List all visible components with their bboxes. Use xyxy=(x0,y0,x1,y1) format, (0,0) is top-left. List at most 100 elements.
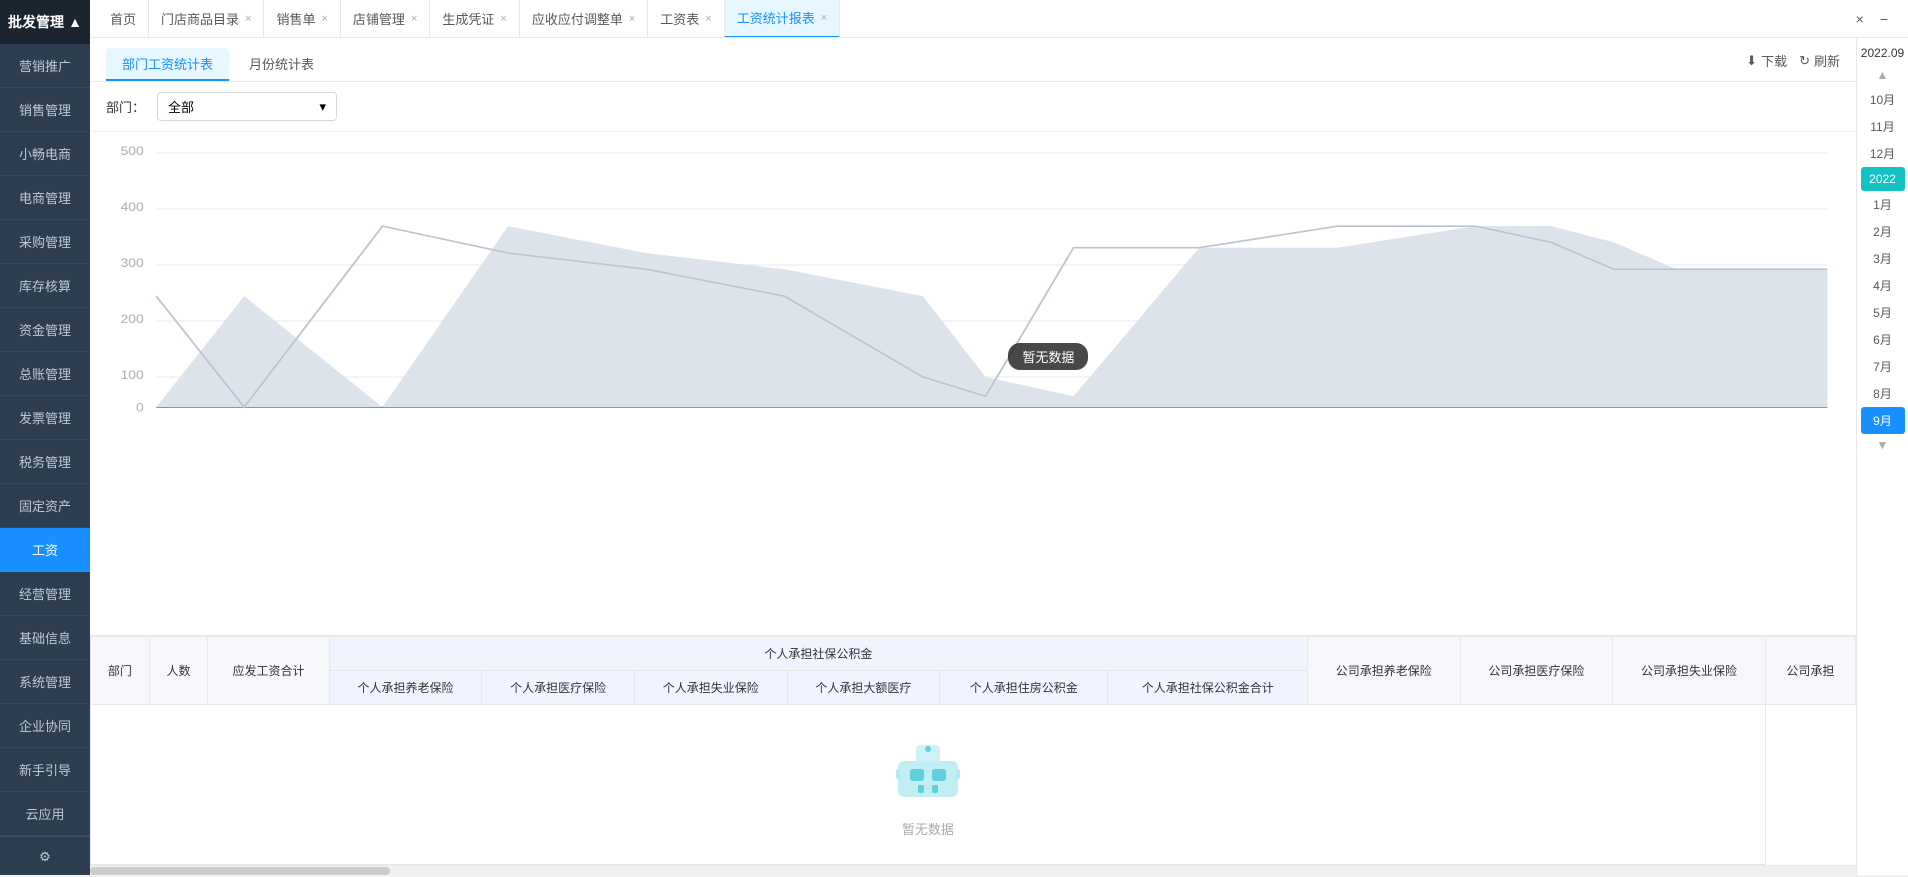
dept-filter-label: 部门： xyxy=(106,97,145,116)
sub-tabs-left: 部门工资统计表 月份统计表 xyxy=(106,48,330,81)
chart-svg: 500 400 300 200 100 0 xyxy=(106,140,1840,420)
tab-close-ar-adjustment[interactable]: × xyxy=(629,13,635,25)
date-item-4[interactable]: 4月 xyxy=(1861,272,1905,299)
sub-tab-dept[interactable]: 部门工资统计表 xyxy=(106,48,229,81)
sidebar-title: 批发管理 xyxy=(8,12,64,32)
col-company-unemployment: 公司承担失业保险 xyxy=(1613,637,1766,705)
refresh-button[interactable]: ↻ 刷新 xyxy=(1799,51,1840,70)
settings-button[interactable]: ⚙ xyxy=(0,836,90,877)
scroll-bar-area[interactable] xyxy=(90,865,1856,875)
sidebar-item-zjgl[interactable]: 资金管理 xyxy=(0,308,90,352)
sidebar-toggle-icon: ▲ xyxy=(68,14,82,30)
tab-close-payroll-report[interactable]: × xyxy=(821,12,827,24)
sub-tabs-right: ⬇ 下载 ↻ 刷新 xyxy=(1746,51,1840,78)
col-personal-bigmedical: 个人承担大额医疗 xyxy=(787,671,940,705)
svg-text:0: 0 xyxy=(136,400,144,414)
col-company-pension: 公司承担养老保险 xyxy=(1308,637,1461,705)
svg-text:500: 500 xyxy=(121,144,144,158)
date-panel: 2022.09 ▲ 10月 11月 12月 2022 1月 2月 3月 4月 5… xyxy=(1856,38,1908,875)
date-item-3[interactable]: 3月 xyxy=(1861,245,1905,272)
col-count: 人数 xyxy=(149,637,208,705)
sidebar-item-xtgl[interactable]: 系统管理 xyxy=(0,660,90,704)
tab-sales-order[interactable]: 销售单 × xyxy=(264,0,340,38)
scroll-thumb[interactable] xyxy=(90,867,390,875)
sidebar-item-cggl[interactable]: 采购管理 xyxy=(0,220,90,264)
sidebar-header[interactable]: 批发管理 ▲ xyxy=(0,0,90,44)
no-data-text: 暂无数据 xyxy=(902,819,954,838)
tab-payroll[interactable]: 工资表 × xyxy=(648,0,724,38)
sidebar-item-xced[interactable]: 小畅电商 xyxy=(0,132,90,176)
sub-tab-month[interactable]: 月份统计表 xyxy=(233,48,330,81)
date-nav-up[interactable]: ▲ xyxy=(1869,64,1897,86)
sidebar-item-fpgl[interactable]: 发票管理 xyxy=(0,396,90,440)
sidebar-item-qytx[interactable]: 企业协同 xyxy=(0,704,90,748)
col-total-salary: 应发工资合计 xyxy=(208,637,329,705)
tab-payroll-report[interactable]: 工资统计报表 × xyxy=(725,0,840,38)
sidebar: 批发管理 ▲ 营销推广 销售管理 小畅电商 电商管理 采购管理 库存核算 资金管… xyxy=(0,0,90,875)
tab-close-voucher[interactable]: × xyxy=(500,13,506,25)
date-item-8[interactable]: 8月 xyxy=(1861,380,1905,407)
sidebar-item-yyyg[interactable]: 云应用 xyxy=(0,792,90,836)
col-company-other: 公司承担 xyxy=(1765,637,1855,705)
sidebar-item-xsyd[interactable]: 新手引导 xyxy=(0,748,90,792)
filter-bar: 部门： 全部 ▾ xyxy=(90,82,1856,132)
tab-close-store-catalog[interactable]: × xyxy=(245,13,251,25)
col-personal-medical: 个人承担医疗保险 xyxy=(482,671,635,705)
tab-ar-adjustment[interactable]: 应收应付调整单 × xyxy=(520,0,648,38)
date-item-5[interactable]: 5月 xyxy=(1861,299,1905,326)
tab-close-sales-order[interactable]: × xyxy=(321,13,327,25)
sidebar-item-jygl[interactable]: 经营管理 xyxy=(0,572,90,616)
tab-bar-actions: × − xyxy=(1852,9,1900,29)
chart-area: 500 400 300 200 100 0 xyxy=(90,132,1856,635)
sub-tabs: 部门工资统计表 月份统计表 ⬇ 下载 ↻ 刷新 xyxy=(90,38,1856,82)
date-display[interactable]: 2022.09 xyxy=(1859,42,1906,64)
tab-bar: 首页 门店商品目录 × 销售单 × 店铺管理 × 生成凭证 × 应收应付调整单 … xyxy=(90,0,1908,38)
sidebar-item-yxty[interactable]: 营销推广 xyxy=(0,44,90,88)
sidebar-item-zzgl[interactable]: 总账管理 xyxy=(0,352,90,396)
date-item-7[interactable]: 7月 xyxy=(1861,353,1905,380)
date-item-year-2022[interactable]: 2022 xyxy=(1861,167,1905,191)
svg-text:300: 300 xyxy=(121,256,144,270)
col-personal-total: 个人承担社保公积金合计 xyxy=(1108,671,1308,705)
svg-text:200: 200 xyxy=(121,312,144,326)
sidebar-item-gdzc[interactable]: 固定资产 xyxy=(0,484,90,528)
tab-store-catalog[interactable]: 门店商品目录 × xyxy=(149,0,264,38)
date-item-11[interactable]: 11月 xyxy=(1861,113,1905,140)
col-group-personal: 个人承担社保公积金 xyxy=(329,637,1307,671)
date-item-2[interactable]: 2月 xyxy=(1861,218,1905,245)
date-item-10[interactable]: 10月 xyxy=(1861,86,1905,113)
content-area: 部门工资统计表 月份统计表 ⬇ 下载 ↻ 刷新 xyxy=(90,38,1908,875)
sidebar-item-jcxx[interactable]: 基础信息 xyxy=(0,616,90,660)
tab-voucher[interactable]: 生成凭证 × xyxy=(430,0,519,38)
minimize-button[interactable]: − xyxy=(1876,9,1892,29)
date-item-1[interactable]: 1月 xyxy=(1861,191,1905,218)
page-content: 部门工资统计表 月份统计表 ⬇ 下载 ↻ 刷新 xyxy=(90,38,1856,875)
tab-store-mgmt[interactable]: 店铺管理 × xyxy=(341,0,430,38)
table-container[interactable]: 部门 人数 应发工资合计 个人承担社保公积金 公司承担养老保险 公司承担医疗保险… xyxy=(90,635,1856,865)
sidebar-item-gz[interactable]: 工资 xyxy=(0,528,90,572)
tab-home[interactable]: 首页 xyxy=(98,0,149,38)
chevron-down-icon: ▾ xyxy=(319,99,326,115)
date-item-9[interactable]: 9月 xyxy=(1861,407,1905,434)
close-all-button[interactable]: × xyxy=(1852,9,1868,29)
gear-icon: ⚙ xyxy=(39,849,51,864)
download-icon: ⬇ xyxy=(1746,53,1757,69)
col-personal-unemployment: 个人承担失业保险 xyxy=(634,671,787,705)
date-nav-down[interactable]: ▼ xyxy=(1869,434,1897,456)
date-item-12[interactable]: 12月 xyxy=(1861,140,1905,167)
tab-close-payroll[interactable]: × xyxy=(705,13,711,25)
sidebar-item-kchsj[interactable]: 库存核算 xyxy=(0,264,90,308)
sidebar-item-swgl[interactable]: 税务管理 xyxy=(0,440,90,484)
sidebar-item-xsgl[interactable]: 销售管理 xyxy=(0,88,90,132)
dept-filter-select[interactable]: 全部 ▾ xyxy=(157,92,337,121)
sidebar-item-dsgl[interactable]: 电商管理 xyxy=(0,176,90,220)
svg-text:400: 400 xyxy=(121,200,144,214)
download-button[interactable]: ⬇ 下载 xyxy=(1746,51,1787,70)
col-dept: 部门 xyxy=(91,637,150,705)
tab-close-store-mgmt[interactable]: × xyxy=(411,13,417,25)
col-company-medical: 公司承担医疗保险 xyxy=(1460,637,1613,705)
col-personal-housing: 个人承担住房公积金 xyxy=(940,671,1108,705)
date-item-6[interactable]: 6月 xyxy=(1861,326,1905,353)
payroll-table: 部门 人数 应发工资合计 个人承担社保公积金 公司承担养老保险 公司承担医疗保险… xyxy=(90,636,1856,865)
refresh-icon: ↻ xyxy=(1799,53,1810,69)
